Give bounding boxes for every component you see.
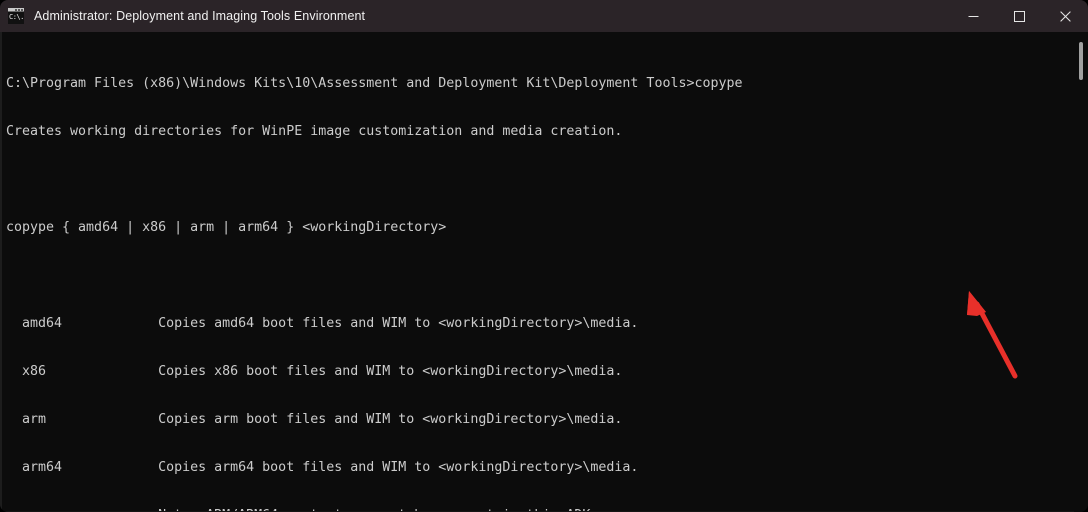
console-window: C:\. Administrator: Deployment and Imagi… [0, 0, 1088, 512]
terminal-line: C:\Program Files (x86)\Windows Kits\10\A… [6, 76, 743, 91]
minimize-button[interactable] [950, 0, 996, 32]
window-title: Administrator: Deployment and Imaging To… [34, 9, 366, 23]
title-bar[interactable]: C:\. Administrator: Deployment and Imagi… [0, 0, 1088, 32]
console-icon: C:\. [8, 8, 24, 24]
close-button[interactable] [1042, 0, 1088, 32]
maximize-button[interactable] [996, 0, 1042, 32]
terminal-line: copype { amd64 | x86 | arm | arm64 } <wo… [6, 220, 447, 235]
terminal-body[interactable]: C:\Program Files (x86)\Windows Kits\10\A… [0, 32, 1088, 512]
terminal-line: arm64 Copies arm64 boot files and WIM to… [6, 460, 639, 475]
vertical-scrollbar[interactable] [1074, 32, 1088, 512]
terminal-output: C:\Program Files (x86)\Windows Kits\10\A… [6, 44, 1087, 511]
terminal-line: Creates working directories for WinPE im… [6, 124, 623, 139]
terminal-line: x86 Copies x86 boot files and WIM to <wo… [6, 364, 623, 379]
console-icon-screen-text: C:\. [8, 12, 24, 24]
scrollbar-thumb[interactable] [1079, 42, 1083, 80]
window-controls [950, 0, 1088, 32]
terminal-line: arm Copies arm boot files and WIM to <wo… [6, 412, 623, 427]
terminal-line: Note: ARM/ARM64 content may not be prese… [6, 508, 1087, 511]
title-bar-left: C:\. Administrator: Deployment and Imagi… [0, 8, 950, 24]
terminal-line: amd64 Copies amd64 boot files and WIM to… [6, 316, 639, 331]
